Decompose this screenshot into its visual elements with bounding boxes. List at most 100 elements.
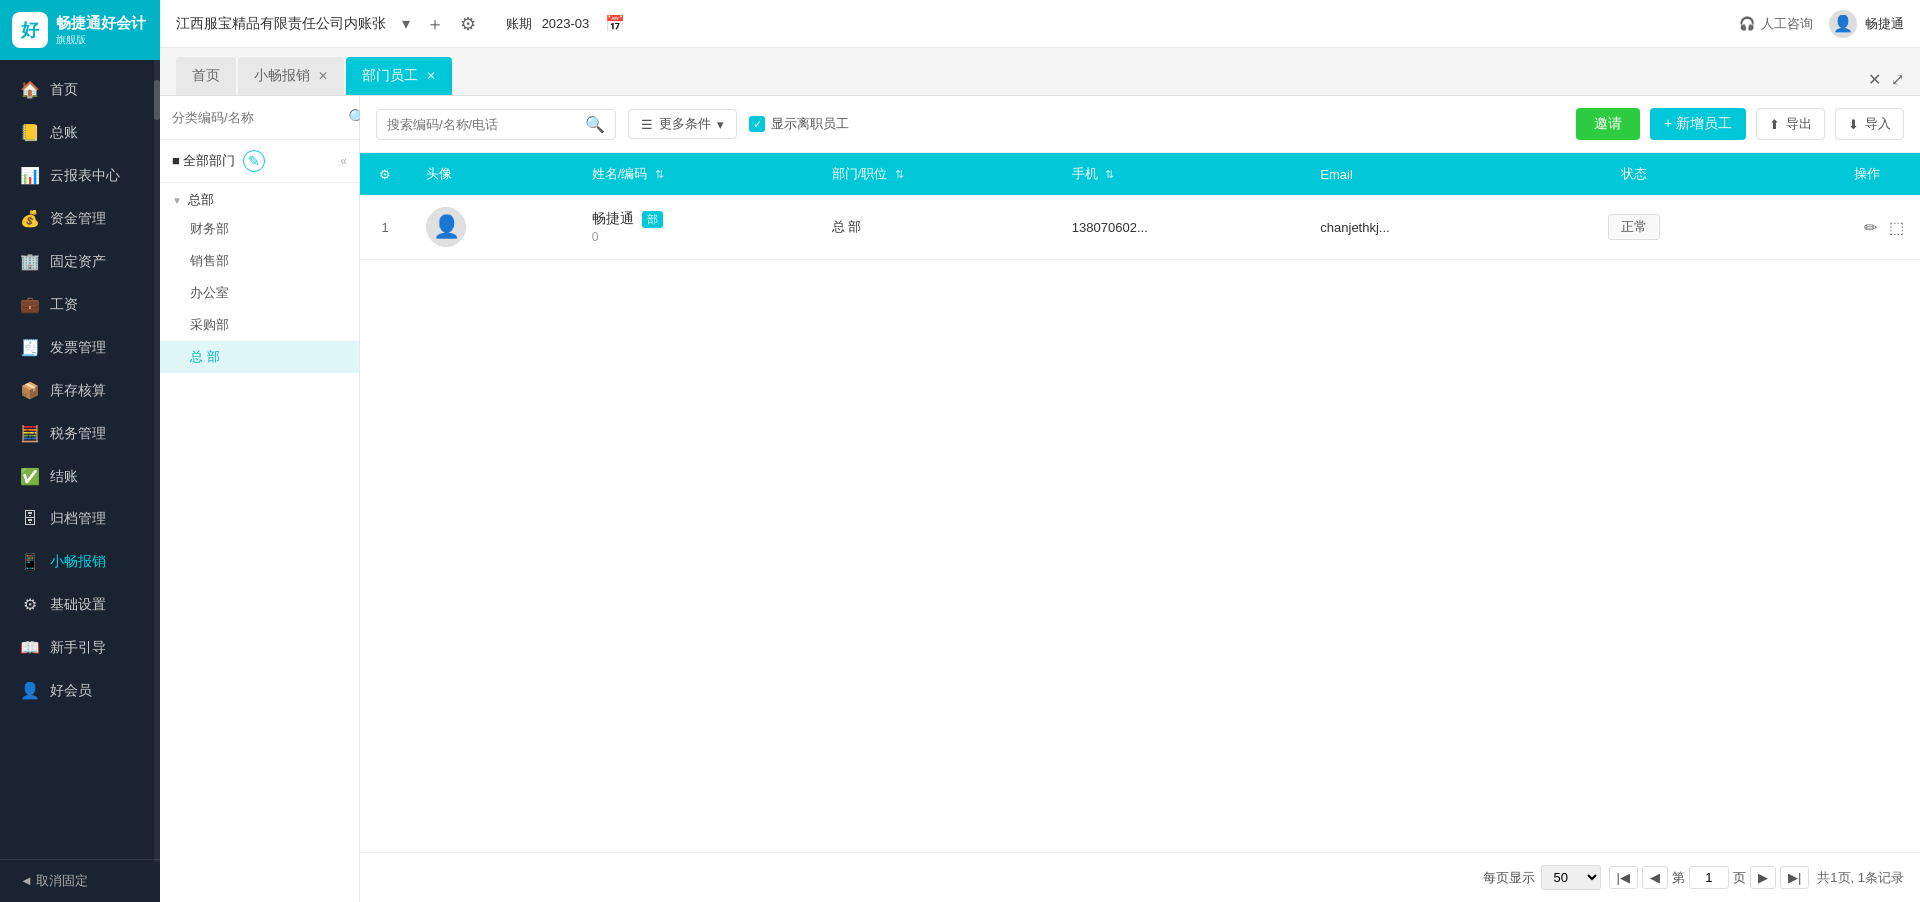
finance-icon: 💰 [20, 209, 40, 228]
page-input[interactable] [1689, 866, 1729, 889]
sidebar-item-settings[interactable]: ⚙ 基础设置 [0, 583, 160, 626]
first-page-button[interactable]: |◀ [1609, 866, 1638, 889]
tab-expense[interactable]: 小畅报销 ✕ [238, 57, 344, 95]
tab-expense-close[interactable]: ✕ [318, 69, 328, 83]
dept-search-input[interactable] [172, 110, 340, 125]
salary-icon: 💼 [20, 295, 40, 314]
col-name[interactable]: 姓名/编码 ⇅ [576, 153, 816, 195]
export-button[interactable]: ⬆ 导出 [1756, 108, 1825, 140]
dept-collapse-icon[interactable]: « [340, 154, 347, 168]
search-icon[interactable]: 🔍 [585, 115, 605, 134]
table-row: 1 👤 畅捷通 部 0 [360, 195, 1920, 260]
search-box: 🔍 [376, 109, 616, 140]
sidebar-item-archive[interactable]: 🗄 归档管理 [0, 498, 160, 540]
dept-child-finance[interactable]: 财务部 [160, 213, 359, 245]
user-name: 畅捷通 [1865, 15, 1904, 33]
dept-child-sales[interactable]: 销售部 [160, 245, 359, 277]
dept-header: ■ 全部部门 ✎ « [160, 140, 359, 183]
invite-button[interactable]: 邀请 [1576, 108, 1640, 140]
tab-department-close[interactable]: ✕ [426, 69, 436, 83]
sidebar-item-inventory-label: 库存核算 [50, 382, 106, 400]
sidebar-item-invoice-label: 发票管理 [50, 339, 106, 357]
page-nav: |◀ ◀ 第 页 ▶ ▶| [1609, 866, 1810, 889]
calendar-icon[interactable]: 📅 [605, 14, 625, 33]
tab-home[interactable]: 首页 [176, 57, 236, 95]
sidebar-item-guide[interactable]: 📖 新手引导 [0, 626, 160, 669]
sidebar-item-inventory[interactable]: 📦 库存核算 [0, 369, 160, 412]
filter-icon: ☰ [641, 117, 653, 132]
dept-parent-item: ▼ 总部 [160, 183, 359, 213]
dept-child-purchase[interactable]: 采购部 [160, 309, 359, 341]
assets-icon: 🏢 [20, 252, 40, 271]
filter-label: 更多条件 [659, 115, 711, 133]
sidebar-item-ledger-label: 总账 [50, 124, 78, 142]
all-dept-label: ■ 全部部门 [172, 152, 235, 170]
maximize-icon[interactable]: ⤢ [1891, 70, 1904, 89]
sidebar-item-salary[interactable]: 💼 工资 [0, 283, 160, 326]
sidebar-item-reports[interactable]: 📊 云报表中心 [0, 154, 160, 197]
sidebar-item-home[interactable]: 🏠 首页 [0, 68, 160, 111]
export-icon: ⬆ [1769, 117, 1780, 132]
table-header-row: ⚙ 头像 姓名/编码 ⇅ 部门/职位 ⇅ 手机 [360, 153, 1920, 195]
sidebar-item-reports-label: 云报表中心 [50, 167, 120, 185]
show-resigned-toggle[interactable]: ✓ 显示离职员工 [749, 115, 849, 133]
sidebar-item-member[interactable]: 👤 好会员 [0, 669, 160, 712]
logout-icon[interactable]: ⬚ [1889, 218, 1904, 237]
cell-actions: ✏ ⬚ [1731, 195, 1920, 260]
next-page-button[interactable]: ▶ [1750, 866, 1776, 889]
topbar-right: 🎧 人工咨询 👤 畅捷通 [1739, 10, 1904, 38]
tax-icon: 🧮 [20, 424, 40, 443]
close-window-icon[interactable]: ✕ [1868, 70, 1881, 89]
import-button[interactable]: ⬇ 导入 [1835, 108, 1904, 140]
employee-code: 0 [592, 230, 800, 244]
sidebar-item-expense[interactable]: 📱 小畅报销 [0, 540, 160, 583]
import-icon: ⬇ [1848, 117, 1859, 132]
period-label: 账期 2023-03 [500, 15, 589, 33]
dept-parent-label[interactable]: 总部 [188, 191, 214, 209]
cell-status: 正常 [1538, 195, 1731, 260]
app-title: 畅捷通好会计 [56, 14, 146, 33]
col-dept[interactable]: 部门/职位 ⇅ [816, 153, 1056, 195]
sidebar-item-ledger[interactable]: 📒 总账 [0, 111, 160, 154]
sidebar-item-finance[interactable]: 💰 资金管理 [0, 197, 160, 240]
employee-table: ⚙ 头像 姓名/编码 ⇅ 部门/职位 ⇅ 手机 [360, 153, 1920, 852]
edit-icon[interactable]: ✏ [1864, 218, 1877, 237]
sidebar-item-tax[interactable]: 🧮 税务管理 [0, 412, 160, 455]
prev-page-button[interactable]: ◀ [1642, 866, 1668, 889]
resigned-checkbox[interactable]: ✓ [749, 116, 765, 132]
name-cell: 畅捷通 部 0 [592, 210, 800, 244]
page-size-select: 每页显示 10 20 50 100 [1483, 865, 1601, 890]
add-company-icon[interactable]: ＋ [426, 12, 444, 36]
page-size-dropdown[interactable]: 10 20 50 100 [1541, 865, 1601, 890]
settings-gear-icon[interactable]: ⚙ [460, 13, 476, 35]
company-dropdown-icon[interactable]: ▾ [402, 14, 410, 33]
consult-button[interactable]: 🎧 人工咨询 [1739, 15, 1813, 33]
col-phone[interactable]: 手机 ⇅ [1056, 153, 1304, 195]
col-settings[interactable]: ⚙ [360, 153, 410, 195]
sidebar-item-closing[interactable]: ✅ 结账 [0, 455, 160, 498]
dept-child-general[interactable]: 总 部 [160, 341, 359, 373]
pagination: 每页显示 10 20 50 100 |◀ ◀ 第 页 ▶ ▶| [360, 852, 1920, 902]
user-info[interactable]: 👤 畅捷通 [1829, 10, 1904, 38]
sidebar-item-salary-label: 工资 [50, 296, 78, 314]
tab-home-label: 首页 [192, 67, 220, 85]
sidebar-scrollbar[interactable] [154, 60, 160, 862]
headset-icon: 🎧 [1739, 16, 1755, 31]
dept-add-button[interactable]: ✎ [243, 150, 265, 172]
sidebar-item-guide-label: 新手引导 [50, 639, 106, 657]
dept-arrow-icon: ▼ [172, 195, 182, 206]
cell-no: 1 [360, 195, 410, 260]
tab-department[interactable]: 部门员工 ✕ [346, 57, 452, 95]
dept-child-office[interactable]: 办公室 [160, 277, 359, 309]
sidebar-item-invoice[interactable]: 🧾 发票管理 [0, 326, 160, 369]
add-employee-button[interactable]: + 新增员工 [1650, 108, 1746, 140]
filter-button[interactable]: ☰ 更多条件 ▾ [628, 109, 737, 139]
tab-expense-label: 小畅报销 [254, 67, 310, 85]
employee-search-input[interactable] [387, 117, 579, 132]
page-content: 🔍 ■ 全部部门 ✎ « ▼ 总部 财务部 销售部 办公室 [160, 96, 1920, 902]
last-page-button[interactable]: ▶| [1780, 866, 1809, 889]
sidebar-item-assets[interactable]: 🏢 固定资产 [0, 240, 160, 283]
sidebar-item-assets-label: 固定资产 [50, 253, 106, 271]
unpin-button[interactable]: ◄ 取消固定 [0, 859, 160, 902]
member-icon: 👤 [20, 681, 40, 700]
